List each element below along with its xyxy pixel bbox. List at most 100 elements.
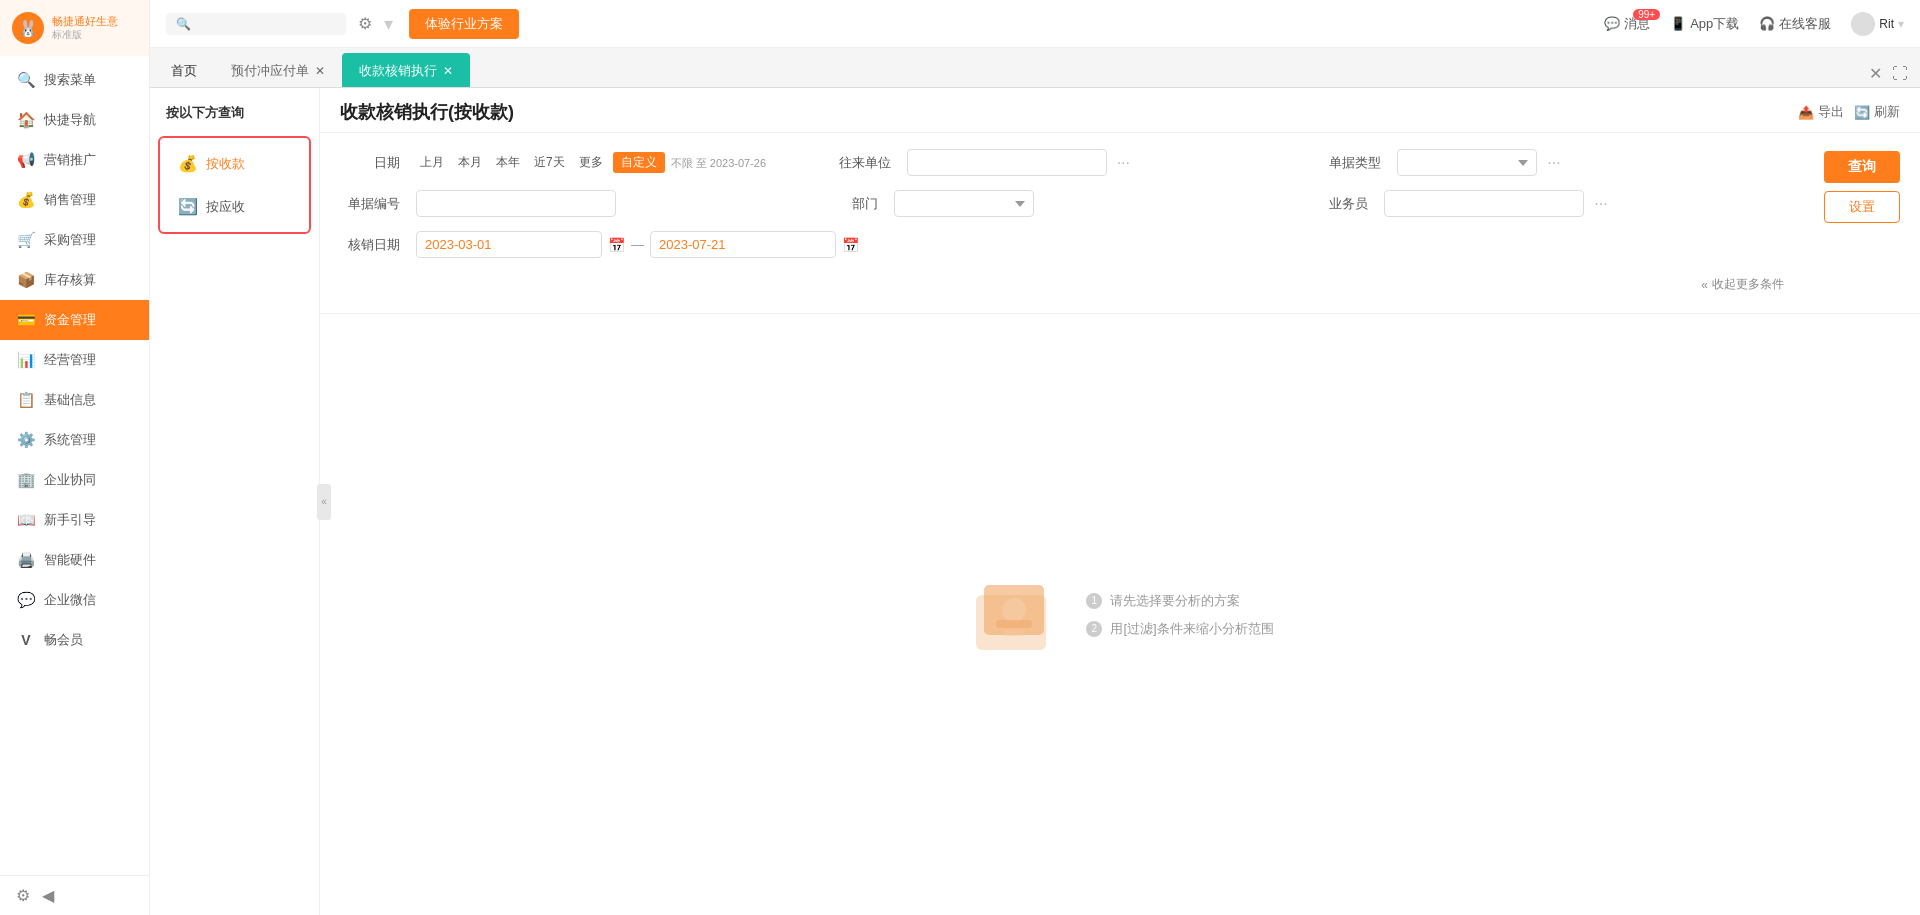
purchase-icon: 🛒 bbox=[16, 230, 36, 250]
date-7days[interactable]: 近7天 bbox=[530, 152, 569, 173]
sidebar-item-marketing[interactable]: 📢 营销推广 bbox=[0, 140, 149, 180]
main-content: 收款核销执行(按收款) 📤 导出 🔄 刷新 bbox=[320, 88, 1920, 915]
sidebar-item-inventory[interactable]: 📦 库存核算 bbox=[0, 260, 149, 300]
sidebar-item-basic-info[interactable]: 📋 基础信息 bbox=[0, 380, 149, 420]
sidebar-nav: 🔍 搜索菜单 🏠 快捷导航 📢 营销推广 💰 销售管理 🛒 采购管理 📦 库存核… bbox=[0, 56, 149, 875]
sidebar-item-guide[interactable]: 📖 新手引导 bbox=[0, 500, 149, 540]
page-actions: 📤 导出 🔄 刷新 bbox=[1798, 103, 1900, 121]
date-this-year[interactable]: 本年 bbox=[492, 152, 524, 173]
empty-hint-1: 1 请先选择要分析的方案 bbox=[1086, 592, 1273, 610]
sales-rep-label: 业务员 bbox=[1329, 195, 1368, 213]
tab-close-all-icon[interactable]: ✕ bbox=[1869, 64, 1882, 83]
sidebar-item-label-marketing: 营销推广 bbox=[44, 151, 96, 169]
date-custom[interactable]: 自定义 bbox=[613, 152, 665, 173]
topbar: 🔍 ⚙ ▾ 体验行业方案 💬 消息 99+ 📱 App下载 🎧 在线客服 Rit bbox=[150, 0, 1920, 48]
empty-illustration bbox=[966, 565, 1066, 665]
sidebar-item-search[interactable]: 🔍 搜索菜单 bbox=[0, 60, 149, 100]
guide-icon: 📖 bbox=[16, 510, 36, 530]
sidebar-item-quick-nav[interactable]: 🏠 快捷导航 bbox=[0, 100, 149, 140]
page-header: 收款核销执行(按收款) 📤 导出 🔄 刷新 bbox=[320, 88, 1920, 133]
filter-option-collection[interactable]: 💰 按收款 bbox=[160, 142, 309, 185]
sidebar-item-wechat[interactable]: 💬 企业微信 bbox=[0, 580, 149, 620]
empty-state: 1 请先选择要分析的方案 2 用[过滤]条件来缩小分析范围 bbox=[320, 314, 1920, 915]
sidebar-settings-icon[interactable]: ⚙ bbox=[16, 886, 30, 905]
tab-collection[interactable]: 收款核销执行 ✕ bbox=[342, 53, 470, 87]
date-last-month[interactable]: 上月 bbox=[416, 152, 448, 173]
search-icon: 🔍 bbox=[16, 70, 36, 90]
date-this-month[interactable]: 本月 bbox=[454, 152, 486, 173]
setting-button[interactable]: 设置 bbox=[1824, 191, 1900, 223]
topbar-gear-icon[interactable]: ⚙ bbox=[358, 14, 372, 33]
sidebar-collapse-icon[interactable]: ◀ bbox=[42, 886, 54, 905]
user-name: Rit bbox=[1879, 17, 1894, 31]
collapse-more-button[interactable]: « 收起更多条件 bbox=[340, 272, 1804, 297]
export-button[interactable]: 📤 导出 bbox=[1798, 103, 1844, 121]
tab-prepay[interactable]: 预付冲应付单 ✕ bbox=[214, 53, 342, 87]
home-icon: 🏠 bbox=[16, 110, 36, 130]
dept-label: 部门 bbox=[852, 195, 878, 213]
collection-tab-label: 收款核销执行 bbox=[359, 62, 437, 80]
date-separator: — bbox=[631, 237, 644, 252]
collection-tab-close-icon[interactable]: ✕ bbox=[443, 65, 453, 77]
topbar-message[interactable]: 💬 消息 99+ bbox=[1604, 15, 1650, 33]
sidebar: 🐰 畅捷通好生意 标准版 🔍 搜索菜单 🏠 快捷导航 📢 营销推广 💰 销售管理… bbox=[0, 0, 150, 915]
filter-option-receivable[interactable]: 🔄 按应收 bbox=[160, 185, 309, 228]
logo-subtitle: 标准版 bbox=[52, 28, 118, 42]
sales-rep-more-icon[interactable]: ··· bbox=[1594, 195, 1607, 213]
svg-point-2 bbox=[1002, 598, 1026, 622]
topbar-app-download[interactable]: 📱 App下载 bbox=[1670, 15, 1739, 33]
member-icon: V bbox=[16, 630, 36, 650]
sidebar-item-purchase[interactable]: 🛒 采购管理 bbox=[0, 220, 149, 260]
topbar-user[interactable]: Rit ▾ bbox=[1851, 12, 1904, 36]
sidebar-item-hardware[interactable]: 🖨️ 智能硬件 bbox=[0, 540, 149, 580]
bill-type-select[interactable] bbox=[1397, 149, 1537, 176]
start-calendar-icon[interactable]: 📅 bbox=[608, 237, 625, 253]
sidebar-item-label-finance: 资金管理 bbox=[44, 311, 96, 329]
topbar-search-icon: 🔍 bbox=[176, 17, 191, 31]
write-off-start-input[interactable] bbox=[416, 231, 602, 258]
inventory-icon: 📦 bbox=[16, 270, 36, 290]
service-label: 在线客服 bbox=[1779, 15, 1831, 33]
prepay-tab-close-icon[interactable]: ✕ bbox=[315, 65, 325, 77]
sidebar-item-operation[interactable]: 📊 经营管理 bbox=[0, 340, 149, 380]
sidebar-item-member[interactable]: V 畅会员 bbox=[0, 620, 149, 660]
tab-home[interactable]: 首页 bbox=[154, 53, 214, 87]
solution-button[interactable]: 体验行业方案 bbox=[409, 9, 519, 39]
dept-select[interactable] bbox=[894, 190, 1034, 217]
topbar-online-service[interactable]: 🎧 在线客服 bbox=[1759, 15, 1831, 33]
logo-title: 畅捷通好生意 bbox=[52, 14, 118, 28]
sidebar-item-enterprise[interactable]: 🏢 企业协同 bbox=[0, 460, 149, 500]
bill-type-field: ··· bbox=[1397, 149, 1804, 176]
sidebar-item-finance[interactable]: 💳 资金管理 bbox=[0, 300, 149, 340]
counterparty-more-icon[interactable]: ··· bbox=[1117, 154, 1130, 172]
refresh-button[interactable]: 🔄 刷新 bbox=[1854, 103, 1900, 121]
export-icon: 📤 bbox=[1798, 105, 1814, 120]
sales-rep-field: ··· bbox=[1384, 190, 1804, 217]
query-button[interactable]: 查询 bbox=[1824, 151, 1900, 183]
filter-border-box: 💰 按收款 🔄 按应收 bbox=[158, 136, 311, 234]
bill-type-more-icon[interactable]: ··· bbox=[1547, 154, 1560, 172]
filter-collection-icon: 💰 bbox=[178, 154, 198, 173]
sidebar-item-system[interactable]: ⚙️ 系统管理 bbox=[0, 420, 149, 460]
collapse-more-label: 收起更多条件 bbox=[1712, 276, 1784, 293]
svg-rect-4 bbox=[1004, 630, 1024, 636]
hardware-icon: 🖨️ bbox=[16, 550, 36, 570]
tab-expand-icon[interactable]: ⛶ bbox=[1892, 65, 1908, 83]
form-row-1: 日期 上月 本月 本年 近7天 更多 自定义 bbox=[340, 149, 1804, 176]
sidebar-item-label-inventory: 库存核算 bbox=[44, 271, 96, 289]
write-off-end-input[interactable] bbox=[650, 231, 836, 258]
sales-rep-input[interactable] bbox=[1384, 190, 1584, 217]
filter-collapse-button[interactable]: « bbox=[317, 484, 331, 520]
date-more[interactable]: 更多 bbox=[575, 152, 607, 173]
counterparty-input[interactable] bbox=[907, 149, 1107, 176]
sidebar-item-sales[interactable]: 💰 销售管理 bbox=[0, 180, 149, 220]
end-calendar-icon[interactable]: 📅 bbox=[842, 237, 859, 253]
sidebar-item-label-hardware: 智能硬件 bbox=[44, 551, 96, 569]
empty-num-2: 2 bbox=[1086, 621, 1102, 637]
tabbar: 首页 预付冲应付单 ✕ 收款核销执行 ✕ ✕ ⛶ bbox=[150, 48, 1920, 88]
sidebar-item-label-search: 搜索菜单 bbox=[44, 71, 96, 89]
topbar-search[interactable]: 🔍 bbox=[166, 13, 346, 35]
topbar-chevron-icon[interactable]: ▾ bbox=[384, 13, 393, 35]
sidebar-bottom: ⚙ ◀ bbox=[0, 875, 149, 915]
bill-no-input[interactable] bbox=[416, 190, 616, 217]
